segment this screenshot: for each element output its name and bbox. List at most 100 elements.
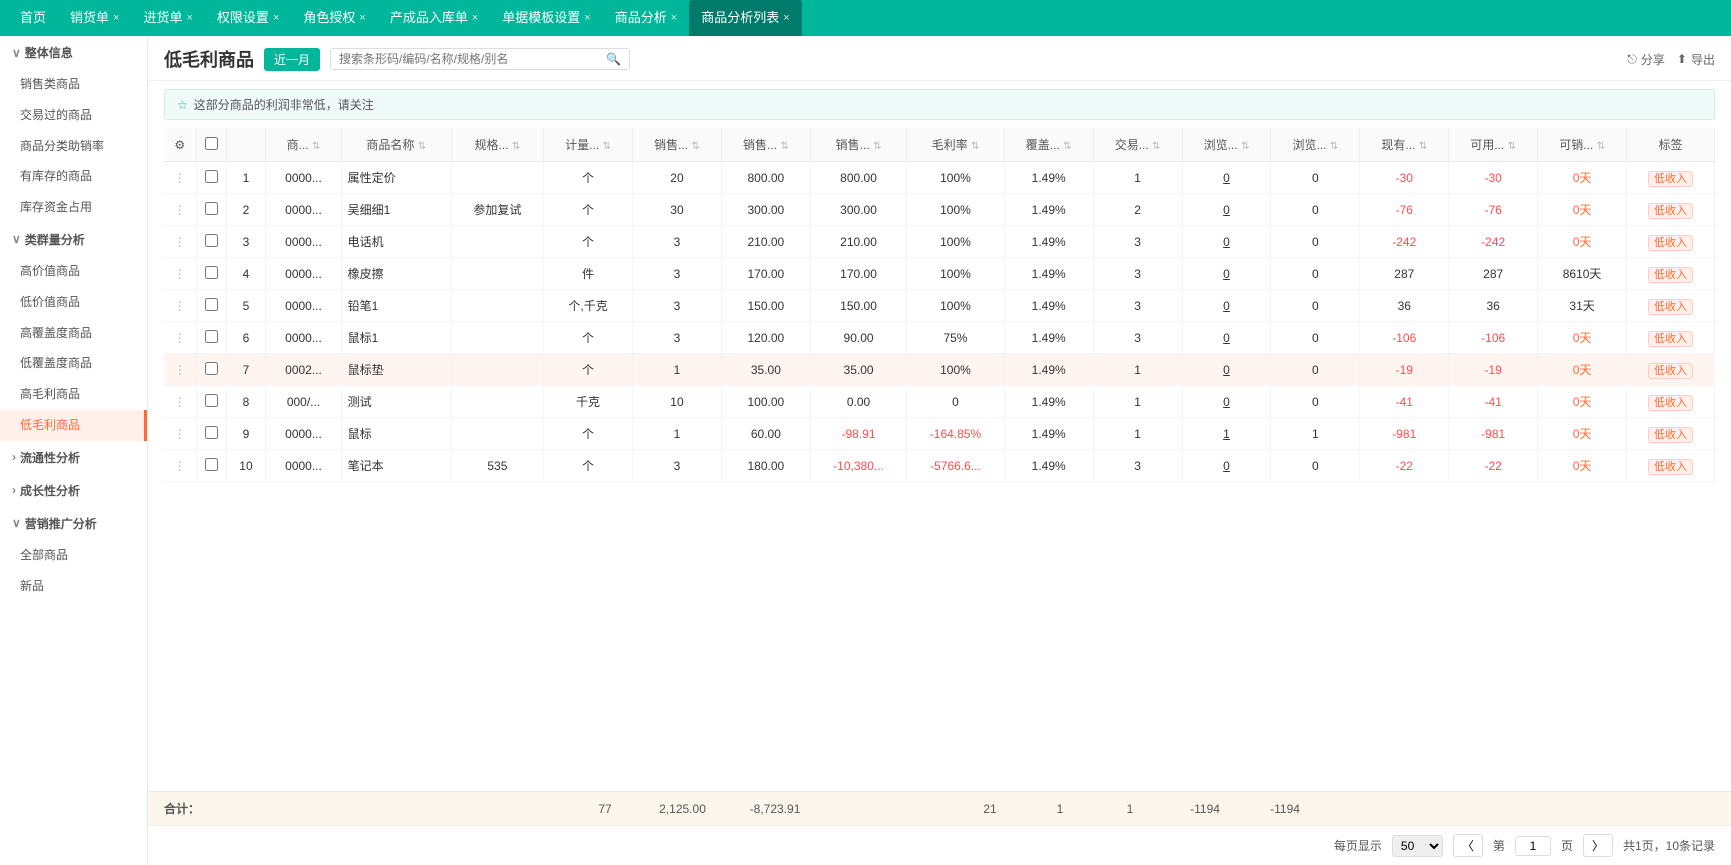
row-checkbox[interactable] — [205, 394, 218, 407]
nav-item-permission[interactable]: 权限设置 × — [205, 0, 291, 36]
row-name[interactable]: 吴细细1 — [341, 194, 451, 226]
settings-column-header[interactable]: ⚙ — [164, 128, 196, 162]
settings-cell[interactable]: ⋮ — [164, 450, 196, 482]
close-icon[interactable]: × — [273, 0, 279, 36]
row-checkbox[interactable] — [205, 234, 218, 247]
checkbox-cell[interactable] — [196, 418, 226, 450]
browse1-link[interactable]: 0 — [1223, 267, 1230, 281]
nav-item-template[interactable]: 单据模板设置 × — [490, 0, 602, 36]
row-checkbox[interactable] — [205, 202, 218, 215]
settings-cell[interactable]: ⋮ — [164, 354, 196, 386]
checkbox-cell[interactable] — [196, 386, 226, 418]
close-icon[interactable]: × — [584, 0, 590, 36]
prev-page-button[interactable]: 〈 — [1453, 834, 1483, 857]
sidebar-item-low-coverage[interactable]: 低覆盖度商品 — [0, 348, 147, 379]
sidebar-item-new-products[interactable]: 新品 — [0, 571, 147, 602]
sidebar-item-low-margin[interactable]: 低毛利商品 — [0, 410, 147, 441]
row-browse1[interactable]: 0 — [1182, 450, 1271, 482]
row-name[interactable]: 电话机 — [341, 226, 451, 258]
export-button[interactable]: ⬆ 导出 — [1677, 51, 1715, 68]
sidebar-item-low-value[interactable]: 低价值商品 — [0, 287, 147, 318]
settings-cell[interactable]: ⋮ — [164, 418, 196, 450]
close-icon[interactable]: × — [671, 0, 677, 36]
checkbox-cell[interactable] — [196, 258, 226, 290]
row-name[interactable]: 橡皮擦 — [341, 258, 451, 290]
row-checkbox[interactable] — [205, 362, 218, 375]
close-icon[interactable]: × — [359, 0, 365, 36]
sidebar-item-high-margin[interactable]: 高毛利商品 — [0, 379, 147, 410]
nav-item-home[interactable]: 首页 — [8, 0, 58, 36]
sidebar-group-marketing[interactable]: ∨ 营销推广分析 — [0, 507, 147, 540]
next-page-button[interactable]: 〉 — [1583, 834, 1613, 857]
nav-item-sales[interactable]: 销货单 × — [58, 0, 131, 36]
row-browse1[interactable]: 0 — [1182, 194, 1271, 226]
sidebar-item-traded-products[interactable]: 交易过的商品 — [0, 100, 147, 131]
row-name[interactable]: 鼠标 — [341, 418, 451, 450]
share-button[interactable]: ⎋ 分享 — [1627, 51, 1665, 68]
browse1-link[interactable]: 1 — [1223, 427, 1230, 441]
sidebar-item-stock-capital[interactable]: 库存资金占用 — [0, 192, 147, 223]
browse1-link[interactable]: 0 — [1223, 299, 1230, 313]
nav-item-product-analysis-list[interactable]: 商品分析列表 × — [689, 0, 801, 36]
nav-item-role[interactable]: 角色授权 × — [291, 0, 377, 36]
close-icon[interactable]: × — [113, 0, 119, 36]
browse1-link[interactable]: 0 — [1223, 331, 1230, 345]
settings-cell[interactable]: ⋮ — [164, 162, 196, 194]
search-icon[interactable]: 🔍 — [606, 52, 621, 66]
browse1-link[interactable]: 0 — [1223, 171, 1230, 185]
row-name[interactable]: 鼠标1 — [341, 322, 451, 354]
nav-item-purchase[interactable]: 进货单 × — [131, 0, 204, 36]
row-checkbox[interactable] — [205, 298, 218, 311]
close-icon[interactable]: × — [783, 0, 789, 36]
settings-cell[interactable]: ⋮ — [164, 322, 196, 354]
row-checkbox[interactable] — [205, 330, 218, 343]
settings-cell[interactable]: ⋮ — [164, 386, 196, 418]
row-browse1[interactable]: 0 — [1182, 354, 1271, 386]
browse1-link[interactable]: 0 — [1223, 363, 1230, 377]
row-name[interactable]: 鼠标垫 — [341, 354, 451, 386]
row-checkbox[interactable] — [205, 458, 218, 471]
nav-item-product-entry[interactable]: 产成品入库单 × — [378, 0, 490, 36]
browse1-link[interactable]: 0 — [1223, 459, 1230, 473]
sidebar-item-high-coverage[interactable]: 高覆盖度商品 — [0, 318, 147, 349]
sidebar-group-overall[interactable]: ∨ 整体信息 — [0, 36, 147, 69]
row-name[interactable]: 铅笔1 — [341, 290, 451, 322]
page-size-select[interactable]: 50 20 100 — [1392, 835, 1443, 857]
time-filter-button[interactable]: 近一月 — [264, 48, 320, 71]
checkbox-cell[interactable] — [196, 450, 226, 482]
search-input[interactable] — [339, 52, 606, 66]
sidebar-item-sales-products[interactable]: 销售类商品 — [0, 69, 147, 100]
row-browse1[interactable]: 1 — [1182, 418, 1271, 450]
row-name[interactable]: 笔记本 — [341, 450, 451, 482]
row-browse1[interactable]: 0 — [1182, 226, 1271, 258]
checkbox-cell[interactable] — [196, 354, 226, 386]
row-checkbox[interactable] — [205, 266, 218, 279]
sidebar-item-stocked-products[interactable]: 有库存的商品 — [0, 161, 147, 192]
row-browse1[interactable]: 0 — [1182, 258, 1271, 290]
browse1-link[interactable]: 0 — [1223, 395, 1230, 409]
select-all-checkbox[interactable] — [205, 137, 218, 150]
page-number-input[interactable] — [1515, 836, 1551, 856]
settings-cell[interactable]: ⋮ — [164, 194, 196, 226]
sidebar-item-category-rate[interactable]: 商品分类助销率 — [0, 131, 147, 162]
sidebar-group-cluster[interactable]: ∨ 类群量分析 — [0, 223, 147, 256]
row-checkbox[interactable] — [205, 426, 218, 439]
checkbox-cell[interactable] — [196, 194, 226, 226]
settings-cell[interactable]: ⋮ — [164, 290, 196, 322]
row-browse1[interactable]: 0 — [1182, 290, 1271, 322]
checkbox-cell[interactable] — [196, 162, 226, 194]
checkbox-cell[interactable] — [196, 290, 226, 322]
settings-cell[interactable]: ⋮ — [164, 226, 196, 258]
sidebar-group-circulation[interactable]: › 流通性分析 — [0, 441, 147, 474]
row-browse1[interactable]: 0 — [1182, 386, 1271, 418]
browse1-link[interactable]: 0 — [1223, 203, 1230, 217]
checkbox-cell[interactable] — [196, 322, 226, 354]
close-icon[interactable]: × — [472, 0, 478, 36]
row-browse1[interactable]: 0 — [1182, 162, 1271, 194]
sidebar-item-high-value[interactable]: 高价值商品 — [0, 256, 147, 287]
sidebar-item-all-products[interactable]: 全部商品 — [0, 540, 147, 571]
close-icon[interactable]: × — [186, 0, 192, 36]
nav-item-product-analysis[interactable]: 商品分析 × — [603, 0, 689, 36]
browse1-link[interactable]: 0 — [1223, 235, 1230, 249]
settings-cell[interactable]: ⋮ — [164, 258, 196, 290]
